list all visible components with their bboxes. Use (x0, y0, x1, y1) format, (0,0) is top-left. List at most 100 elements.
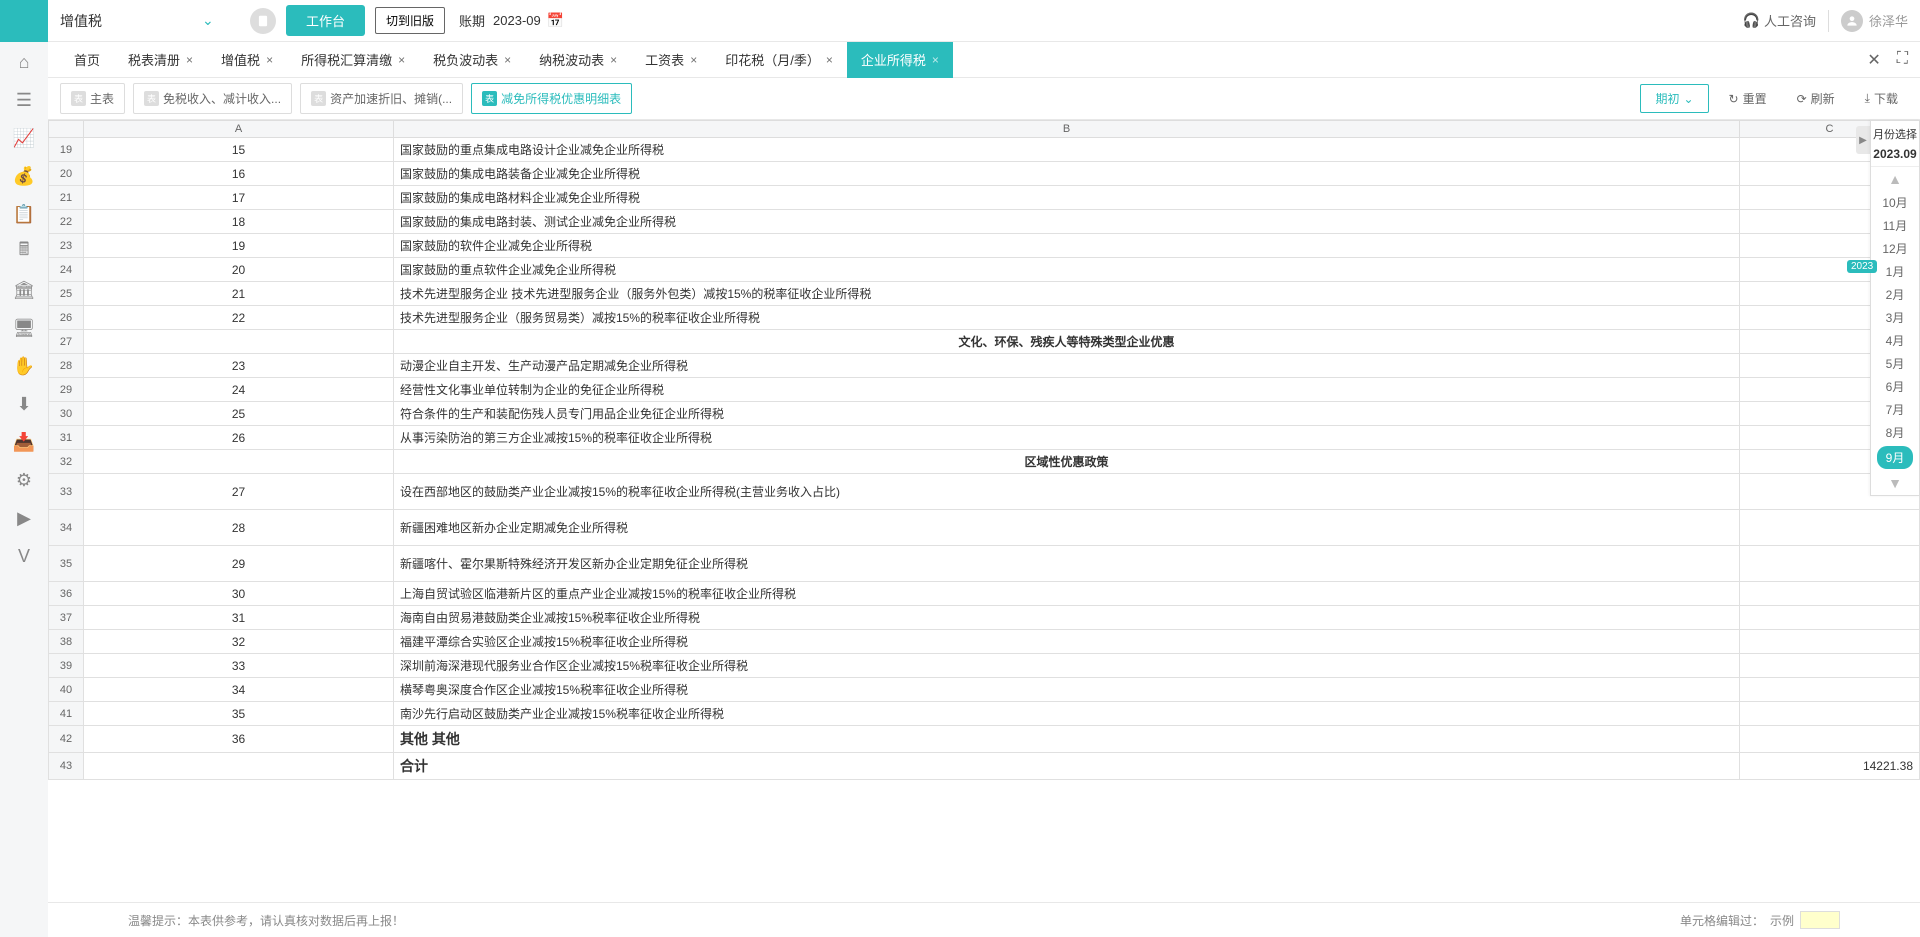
cell-c[interactable] (1740, 678, 1920, 702)
screen-icon[interactable]: 🖥 (14, 318, 34, 338)
sub-tab-3[interactable]: 表减免所得税优惠明细表 (471, 83, 632, 114)
row-number[interactable]: 36 (49, 582, 84, 606)
cell-a[interactable]: 16 (84, 162, 394, 186)
sheet-scroll[interactable]: A B C 1915国家鼓励的重点集成电路设计企业减免企业所得税2016国家鼓励… (48, 120, 1920, 902)
cell-b[interactable]: 符合条件的生产和装配伤残人员专门用品企业免征企业所得税 (394, 402, 1740, 426)
cell-a[interactable]: 36 (84, 726, 394, 753)
month-up-arrow[interactable]: ▲ (1871, 167, 1919, 191)
row-number[interactable]: 23 (49, 234, 84, 258)
month-item[interactable]: 2月 (1871, 283, 1919, 306)
row-number[interactable]: 20 (49, 162, 84, 186)
col-header-b[interactable]: B (394, 121, 1740, 138)
building-icon[interactable]: 🏛 (14, 280, 34, 300)
cell-a[interactable]: 26 (84, 426, 394, 450)
cell-b[interactable]: 南沙先行启动区鼓励类产业企业减按15%税率征收企业所得税 (394, 702, 1740, 726)
cell-b[interactable]: 技术先进型服务企业 技术先进型服务企业（服务外包类）减按15%的税率征收企业所得… (394, 282, 1740, 306)
row-number[interactable]: 42 (49, 726, 84, 753)
cell-a[interactable]: 19 (84, 234, 394, 258)
cell-a[interactable] (84, 753, 394, 780)
cell-a[interactable]: 33 (84, 654, 394, 678)
row-number[interactable]: 39 (49, 654, 84, 678)
export-icon[interactable]: ⬇ (14, 394, 34, 414)
row-number[interactable]: 22 (49, 210, 84, 234)
cell-a[interactable]: 17 (84, 186, 394, 210)
period-init-button[interactable]: 期初 ⌄ (1640, 84, 1708, 113)
hand-icon[interactable]: ✋ (14, 356, 34, 376)
cell-a[interactable]: 27 (84, 474, 394, 510)
month-item[interactable]: 4月 (1871, 329, 1919, 352)
calendar-icon[interactable]: 📅 (547, 12, 564, 29)
row-number[interactable]: 28 (49, 354, 84, 378)
cell-b[interactable]: 国家鼓励的集成电路装备企业减免企业所得税 (394, 162, 1740, 186)
play-icon[interactable]: ▶ (14, 508, 34, 528)
inbox-icon[interactable]: 📥 (14, 432, 34, 452)
month-item[interactable]: 3月 (1871, 306, 1919, 329)
cell-a[interactable]: 31 (84, 606, 394, 630)
row-number[interactable]: 19 (49, 138, 84, 162)
cell-a[interactable] (84, 450, 394, 474)
v-icon[interactable]: V (14, 546, 34, 566)
close-all-icon[interactable]: ✕ (1863, 46, 1884, 74)
corner-cell[interactable] (49, 121, 84, 138)
cell-a[interactable]: 15 (84, 138, 394, 162)
month-item[interactable]: 5月 (1871, 352, 1919, 375)
cell-b[interactable]: 技术先进型服务企业（服务贸易类）减按15%的税率征收企业所得税 (394, 306, 1740, 330)
close-icon[interactable]: × (186, 53, 193, 67)
cell-c[interactable] (1740, 546, 1920, 582)
cell-b[interactable]: 海南自由贸易港鼓励类企业减按15%税率征收企业所得税 (394, 606, 1740, 630)
tab-1[interactable]: 税表清册× (114, 42, 207, 78)
refresh-button[interactable]: ⟳ 刷新 (1787, 85, 1845, 112)
cell-b[interactable]: 其他 其他 (394, 726, 1740, 753)
cell-a[interactable]: 28 (84, 510, 394, 546)
cell-a[interactable]: 22 (84, 306, 394, 330)
cell-a[interactable]: 32 (84, 630, 394, 654)
cell-c[interactable] (1740, 726, 1920, 753)
close-icon[interactable]: × (266, 53, 273, 67)
close-icon[interactable]: × (932, 53, 939, 67)
col-header-a[interactable]: A (84, 121, 394, 138)
cell-b[interactable]: 新疆困难地区新办企业定期减免企业所得税 (394, 510, 1740, 546)
tax-type-dropdown[interactable]: 增值税 ⌄ (60, 11, 240, 31)
doc-icon-button[interactable] (250, 8, 276, 34)
tab-8[interactable]: 企业所得税× (847, 42, 953, 78)
cell-b[interactable]: 国家鼓励的软件企业减免企业所得税 (394, 234, 1740, 258)
cell-b[interactable]: 经营性文化事业单位转制为企业的免征企业所得税 (394, 378, 1740, 402)
cell-a[interactable]: 23 (84, 354, 394, 378)
month-item[interactable]: 1月 (1871, 260, 1919, 283)
cell-b[interactable]: 深圳前海深港现代服务业合作区企业减按15%税率征收企业所得税 (394, 654, 1740, 678)
row-number[interactable]: 37 (49, 606, 84, 630)
tab-7[interactable]: 印花税（月/季）× (711, 42, 847, 78)
switch-old-button[interactable]: 切到旧版 (375, 7, 445, 34)
workbench-button[interactable]: 工作台 (286, 5, 365, 36)
row-number[interactable]: 38 (49, 630, 84, 654)
month-item[interactable]: 10月 (1871, 191, 1919, 214)
row-number[interactable]: 32 (49, 450, 84, 474)
month-item[interactable]: 9月 (1877, 446, 1913, 469)
cell-b[interactable]: 国家鼓励的重点软件企业减免企业所得税 (394, 258, 1740, 282)
tab-3[interactable]: 所得税汇算清缴× (287, 42, 419, 78)
row-number[interactable]: 34 (49, 510, 84, 546)
cell-c[interactable] (1740, 510, 1920, 546)
chart-icon[interactable]: 📈 (14, 128, 34, 148)
row-number[interactable]: 26 (49, 306, 84, 330)
month-item[interactable]: 8月 (1871, 421, 1919, 444)
month-item[interactable]: 11月 (1871, 214, 1919, 237)
row-number[interactable]: 30 (49, 402, 84, 426)
cell-b[interactable]: 从事污染防治的第三方企业减按15%的税率征收企业所得税 (394, 426, 1740, 450)
cell-a[interactable] (84, 330, 394, 354)
sub-tab-0[interactable]: 表主表 (60, 83, 125, 114)
spreadsheet[interactable]: A B C 1915国家鼓励的重点集成电路设计企业减免企业所得税2016国家鼓励… (48, 120, 1920, 780)
cell-b[interactable]: 文化、环保、残疾人等特殊类型企业优惠 (394, 330, 1740, 354)
close-icon[interactable]: × (504, 53, 511, 67)
consult-link[interactable]: 🎧 人工咨询 (1743, 11, 1816, 30)
cell-a[interactable]: 18 (84, 210, 394, 234)
cell-b[interactable]: 上海自贸试验区临港新片区的重点产业企业减按15%的税率征收企业所得税 (394, 582, 1740, 606)
cell-c[interactable] (1740, 582, 1920, 606)
cell-a[interactable]: 21 (84, 282, 394, 306)
user-info[interactable]: 徐泽华 (1828, 10, 1908, 32)
close-icon[interactable]: × (826, 53, 833, 67)
cell-a[interactable]: 30 (84, 582, 394, 606)
download-button[interactable]: ⤓ 下载 (1855, 85, 1908, 112)
tab-2[interactable]: 增值税× (207, 42, 287, 78)
collapse-right-panel[interactable]: ▶ (1856, 126, 1870, 154)
